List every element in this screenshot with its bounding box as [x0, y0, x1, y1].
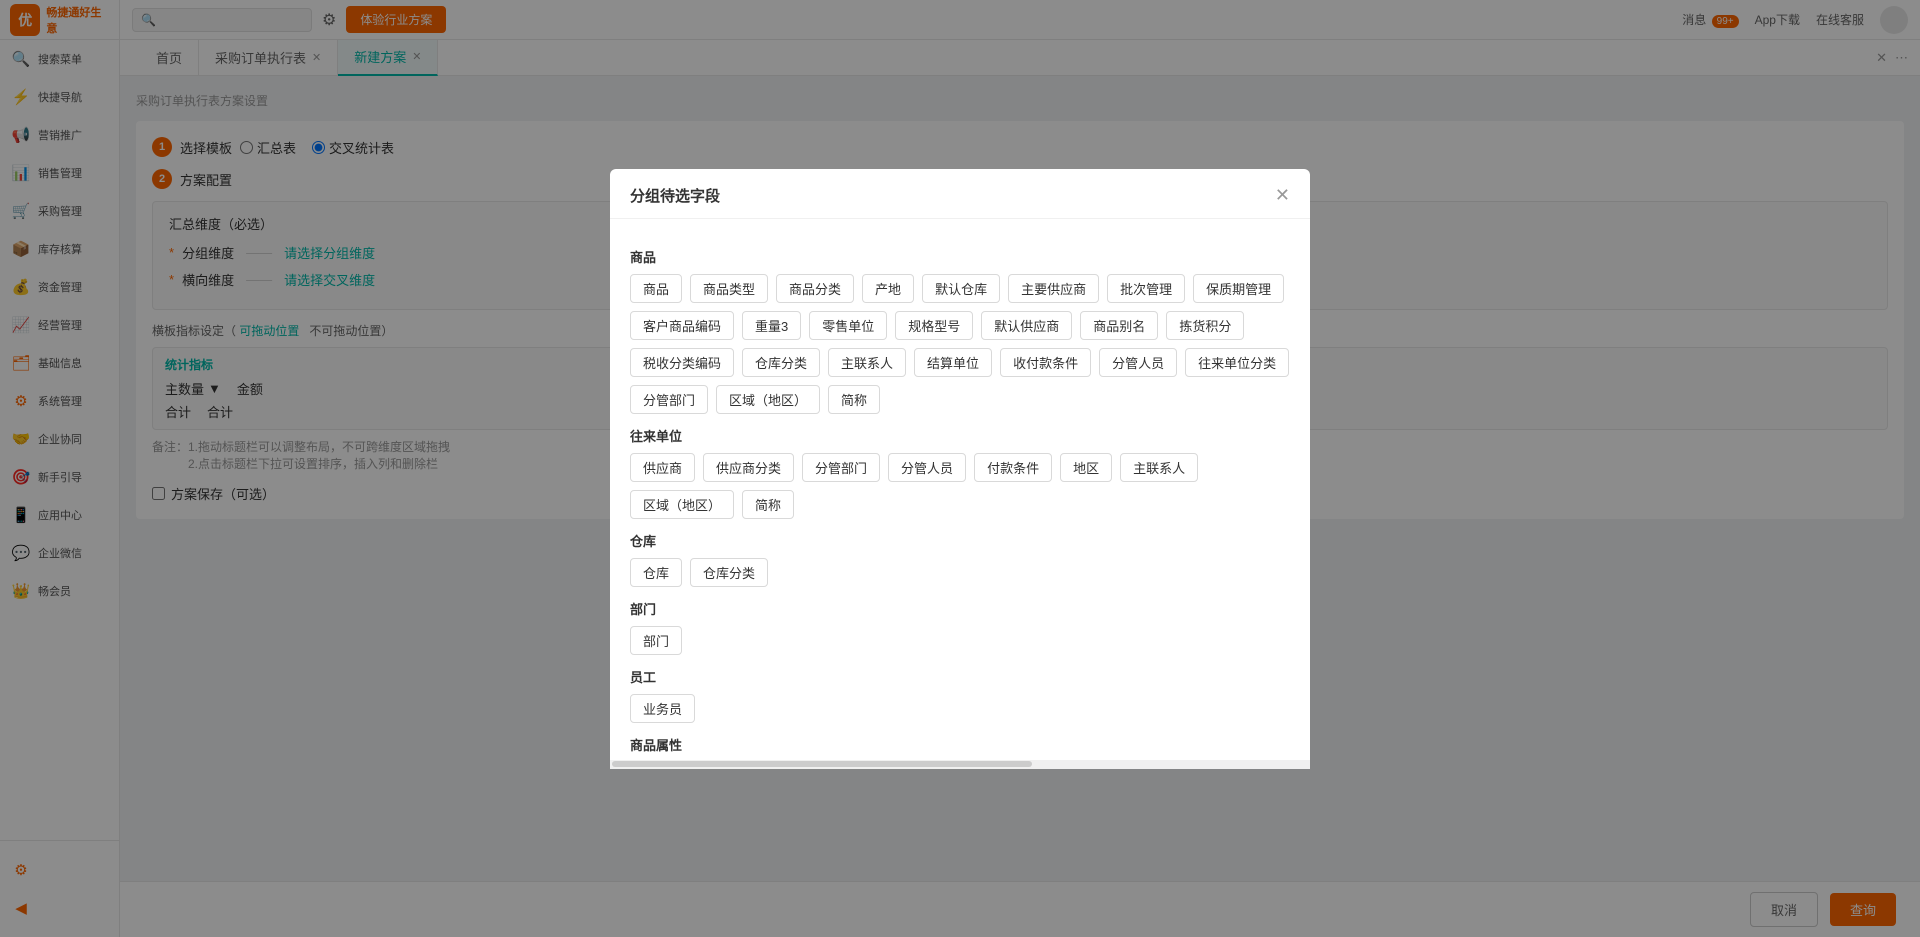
field-tag[interactable]: 仓库分类: [690, 558, 768, 587]
section-title-warehouse: 仓库: [630, 531, 1290, 550]
warehouse-field-tags: 仓库仓库分类: [630, 558, 1290, 587]
field-tag[interactable]: 简称: [828, 385, 880, 414]
field-tag[interactable]: 默认仓库: [922, 274, 1000, 303]
section-title-employee: 员工: [630, 667, 1290, 686]
field-tag[interactable]: 付款条件: [974, 453, 1052, 482]
field-tag[interactable]: 客户商品编码: [630, 311, 734, 340]
section-title-partner: 往来单位: [630, 426, 1290, 445]
field-tag[interactable]: 主联系人: [828, 348, 906, 377]
modal-header: 分组待选字段 ✕: [610, 169, 1310, 219]
field-tag[interactable]: 分管部门: [802, 453, 880, 482]
goods-field-tags: 商品商品类型商品分类产地默认仓库主要供应商批次管理保质期管理客户商品编码重量3 零…: [630, 274, 1290, 414]
field-tag[interactable]: 保质期管理: [1193, 274, 1284, 303]
field-tag[interactable]: 地区: [1060, 453, 1112, 482]
field-select-modal: 分组待选字段 ✕ 商品 商品商品类型商品分类产地默认仓库主要供应商批次管理保质期…: [610, 169, 1310, 769]
field-tag[interactable]: 收付款条件: [1000, 348, 1091, 377]
field-tag[interactable]: 主联系人: [1120, 453, 1198, 482]
modal-scrollbar-h[interactable]: [610, 760, 1310, 769]
field-tag[interactable]: 仓库分类: [742, 348, 820, 377]
field-tag[interactable]: 商品分类: [776, 274, 854, 303]
field-tag[interactable]: 重量3: [742, 311, 801, 340]
employee-field-tags: 业务员: [630, 694, 1290, 723]
section-title-department: 部门: [630, 599, 1290, 618]
field-tag[interactable]: 商品: [630, 274, 682, 303]
modal-close-button[interactable]: ✕: [1275, 185, 1290, 206]
modal-scrollbar-thumb: [612, 761, 1032, 767]
modal-overlay: 分组待选字段 ✕ 商品 商品商品类型商品分类产地默认仓库主要供应商批次管理保质期…: [0, 0, 1920, 937]
modal-title: 分组待选字段: [630, 185, 720, 206]
field-tag[interactable]: 区域（地区）: [630, 490, 734, 519]
department-field-tags: 部门: [630, 626, 1290, 655]
field-tag[interactable]: 结算单位: [914, 348, 992, 377]
field-tag[interactable]: 产地: [862, 274, 914, 303]
field-tag[interactable]: 分管部门: [630, 385, 708, 414]
field-tag[interactable]: 拣货积分: [1166, 311, 1244, 340]
partner-field-tags: 供应商供应商分类分管部门分管人员付款条件地区主联系人区域（地区） 简称: [630, 453, 1290, 519]
section-title-goods: 商品: [630, 247, 1290, 266]
field-tag[interactable]: 主要供应商: [1008, 274, 1099, 303]
field-tag[interactable]: 仓库: [630, 558, 682, 587]
section-title-product-attr: 商品属性: [630, 735, 1290, 754]
field-tag[interactable]: 批次管理: [1107, 274, 1185, 303]
field-tag[interactable]: 规格型号: [895, 311, 973, 340]
field-tag[interactable]: 默认供应商: [981, 311, 1072, 340]
field-tag[interactable]: 零售单位: [809, 311, 887, 340]
field-tag[interactable]: 部门: [630, 626, 682, 655]
field-tag[interactable]: 业务员: [630, 694, 695, 723]
field-tag[interactable]: 商品类型: [690, 274, 768, 303]
field-tag[interactable]: 供应商分类: [703, 453, 794, 482]
field-tag[interactable]: 分管人员: [888, 453, 966, 482]
field-tag[interactable]: 分管人员: [1099, 348, 1177, 377]
field-tag[interactable]: 区域（地区）: [716, 385, 820, 414]
field-tag[interactable]: 供应商: [630, 453, 695, 482]
field-tag[interactable]: 简称: [742, 490, 794, 519]
field-tag[interactable]: 往来单位分类: [1185, 348, 1289, 377]
field-tag[interactable]: 税收分类编码: [630, 348, 734, 377]
field-tag[interactable]: 商品别名: [1080, 311, 1158, 340]
modal-body: 商品 商品商品类型商品分类产地默认仓库主要供应商批次管理保质期管理客户商品编码重…: [610, 219, 1310, 760]
